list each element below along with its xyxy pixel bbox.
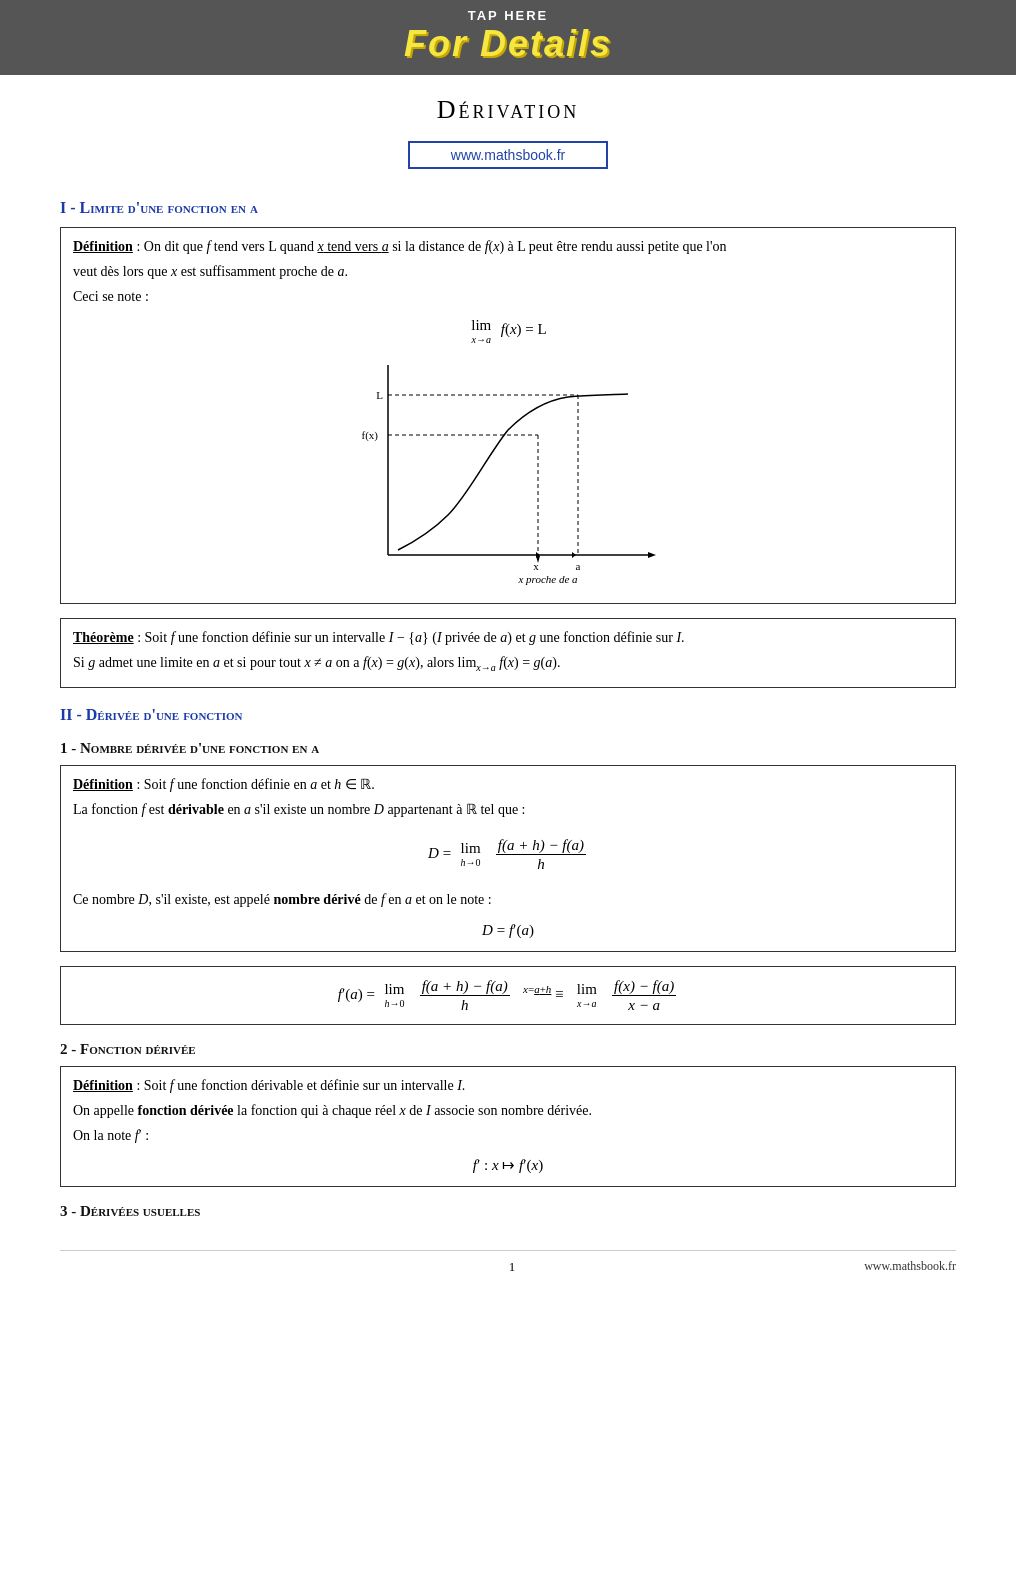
main-title: Dérivation [60, 95, 956, 125]
theorem-box: Théorème : Soit f une fonction définie s… [60, 618, 956, 688]
definition-box-derivable: Définition : Soit f une fonction définie… [60, 765, 956, 952]
def1-label: Définition [73, 239, 133, 254]
def-derivable-note: Ce nombre D, s'il existe, est appelé nom… [73, 889, 943, 910]
svg-text:f(x): f(x) [362, 429, 379, 442]
fprime-formula-box: f′(a) = lim h→0 f(a + h) − f(a) h x=a+h … [60, 966, 956, 1025]
page-footer: 1 www.mathsbook.fr [60, 1250, 956, 1275]
limit-formula-1: lim x→a f(x) = L [73, 317, 943, 345]
def-fd-text1: Définition : Soit f une fonction dérivab… [73, 1075, 943, 1096]
svg-text:x: x [533, 560, 539, 572]
subsection3-heading: 3 - Dérivées usuelles [60, 1203, 956, 1220]
website-link[interactable]: www.mathsbook.fr [408, 141, 608, 169]
derivative-notation: D = f′(a) [73, 922, 943, 939]
def1-text2: veut dès lors que x est suffisamment pro… [73, 261, 943, 282]
def-fd-text3: On la note f′ : [73, 1125, 943, 1146]
graph-container: L f(x) x a x proche de a [73, 355, 943, 585]
derivative-formula-D: D = lim h→0 f(a + h) − f(a) h [73, 836, 943, 873]
section1-heading: I - Limite d'une fonction en a [60, 199, 956, 217]
def-derivable-text1: Définition : Soit f une fonction définie… [73, 774, 943, 795]
definition-box-1: Définition : On dit que f tend vers L qu… [60, 227, 956, 604]
svg-marker-14 [572, 552, 576, 558]
header-banner[interactable]: TAP HERE For Details [0, 0, 1016, 75]
footer-page-number: 1 [160, 1259, 864, 1275]
def1-text: Définition : On dit que f tend vers L qu… [73, 236, 943, 257]
subsection2-heading: 2 - Fonction dérivée [60, 1041, 956, 1058]
def-derivable-text2: La fonction f est dérivable en a s'il ex… [73, 799, 943, 820]
subsection1-heading: 1 - Nombre dérivée d'une fonction en a [60, 740, 956, 757]
def-fd-label: Définition [73, 1078, 133, 1093]
section2-heading: II - Dérivée d'une fonction [60, 706, 956, 724]
theorem-text2: Si g admet une limite en a et si pour to… [73, 652, 943, 675]
page-content: Dérivation www.mathsbook.fr I - Limite d… [0, 75, 1016, 1315]
tap-here-text: TAP HERE [0, 8, 1016, 23]
svg-text:x proche de a: x proche de a [517, 573, 578, 585]
def-derivable-label: Définition [73, 777, 133, 792]
for-details-text: For Details [0, 23, 1016, 65]
fonction-derivee-notation: f′ : x ↦ f′(x) [73, 1156, 943, 1174]
theorem-text1: Théorème : Soit f une fonction définie s… [73, 627, 943, 648]
theorem-label: Théorème [73, 630, 134, 645]
svg-text:L: L [376, 389, 383, 401]
svg-text:a: a [576, 560, 581, 572]
svg-marker-2 [648, 552, 656, 558]
def-fd-text2: On appelle fonction dérivée la fonction … [73, 1100, 943, 1121]
limit-graph: L f(x) x a x proche de a [348, 355, 668, 585]
footer-website: www.mathsbook.fr [864, 1259, 956, 1274]
definition-box-fonction-derivee: Définition : Soit f une fonction dérivab… [60, 1066, 956, 1187]
def1-note: Ceci se note : [73, 286, 943, 307]
